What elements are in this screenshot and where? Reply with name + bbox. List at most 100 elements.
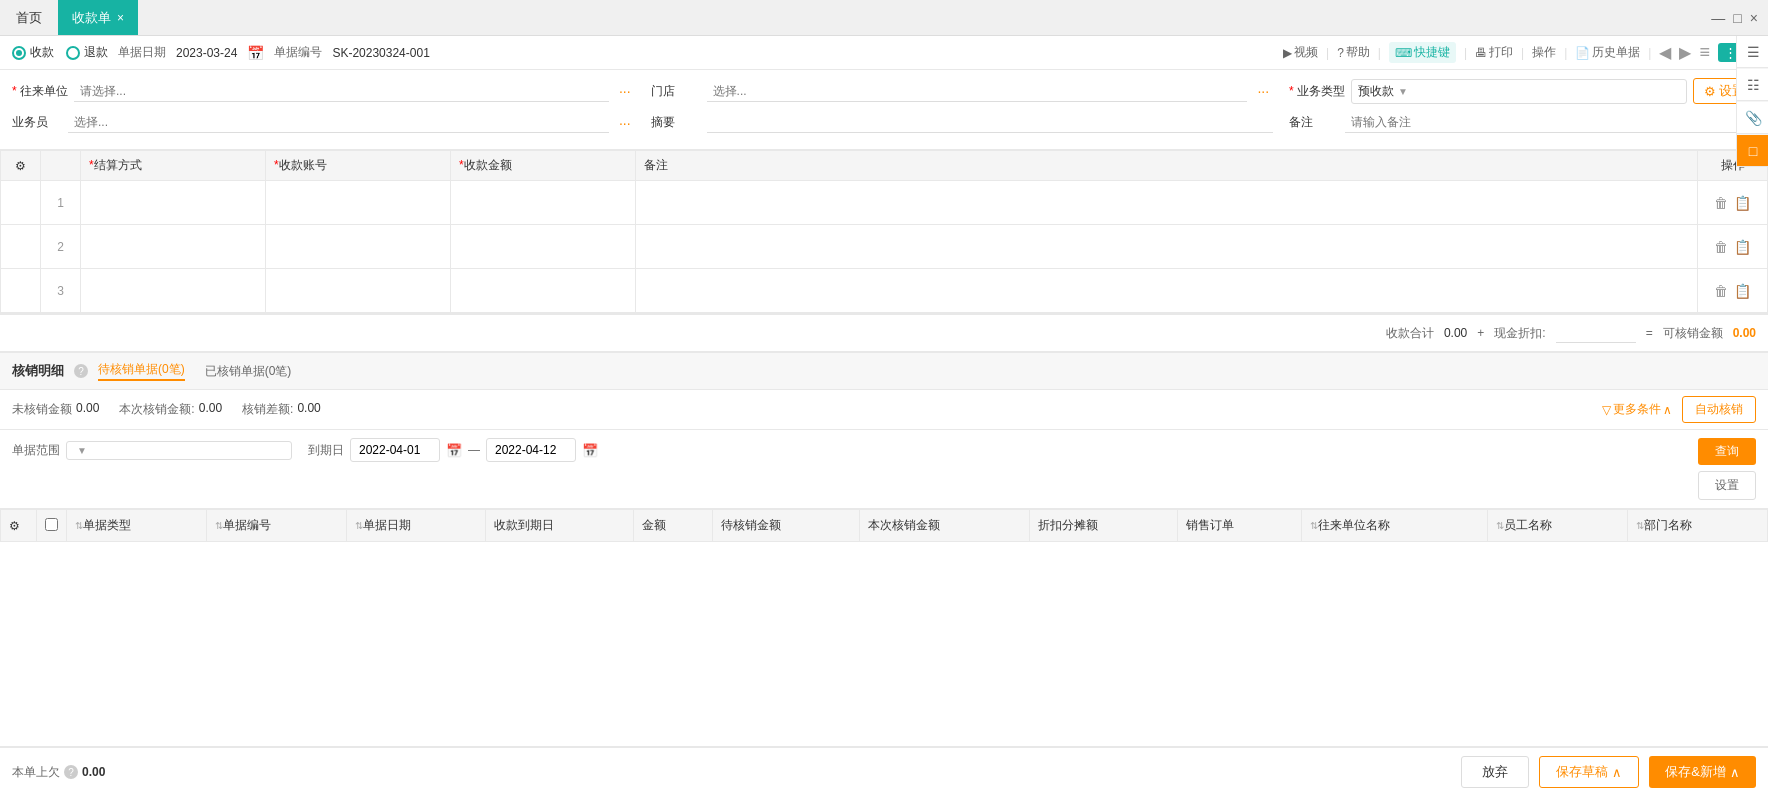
history-label: 历史单据 [1592,44,1640,61]
row3-payment-method-cell[interactable] [81,269,266,313]
due-date-label: 到期日 [308,442,344,459]
counter-party-more-icon[interactable]: ··· [615,83,635,99]
staff-more-icon[interactable]: ··· [615,115,635,131]
print-button[interactable]: 🖶 打印 [1475,44,1513,61]
range-filter-field: 单据范围 ▼ [12,441,292,460]
help-label: 帮助 [1346,44,1370,61]
row2-payment-method-cell[interactable] [81,225,266,269]
store-input[interactable] [707,81,1248,102]
minimize-button[interactable]: — [1711,10,1725,26]
bottom-table-pending-col: 待核销金额 [712,510,859,542]
date-to-input[interactable] [486,438,576,462]
unverified-label: 未核销金额 [12,401,72,418]
row2-delete-icon[interactable]: 🗑 [1714,239,1728,255]
summary-input[interactable] [707,112,1274,133]
bottom-settings-button[interactable]: 设置 [1698,471,1756,500]
form-row-1: * 往来单位 ··· 门店 ··· * 业务类型 预收款 ▼ [12,78,1756,104]
radio-refund[interactable]: 退款 [66,44,108,61]
row1-copy-icon[interactable]: 📋 [1734,195,1751,211]
row1-amount-cell[interactable] [450,181,635,225]
tab-home-label: 首页 [16,9,42,27]
nav-prev-icon[interactable]: ◀ [1659,43,1671,62]
sidebar-attach-icon[interactable]: 📎 [1737,102,1768,134]
form-row-2: 业务员 ··· 摘要 备注 [12,112,1756,133]
tab-home[interactable]: 首页 [0,0,58,35]
row1-delete-icon[interactable]: 🗑 [1714,195,1728,211]
done-tab[interactable]: 已核销单据(0笔) [205,363,292,380]
row3-delete-icon[interactable]: 🗑 [1714,283,1728,299]
info-circle-icon[interactable]: ? [64,765,78,779]
row1-account-cell[interactable] [265,181,450,225]
footer-info: 本单上欠 ? 0.00 [12,764,105,781]
abandon-button[interactable]: 放弃 [1461,756,1529,788]
sidebar-table-icon[interactable]: ☰ [1737,36,1768,68]
row3-copy-icon[interactable]: 📋 [1734,283,1751,299]
date-value[interactable]: 2023-03-24 [176,46,237,60]
sidebar-grid-icon[interactable]: ☷ [1737,69,1768,101]
bottom-table-staff-col: ⇅员工名称 [1488,510,1628,542]
footer-buttons: 放弃 保存草稿 ∧ 保存&新增 ∧ [1461,756,1756,788]
shortcut-button[interactable]: ⌨ 快捷键 [1389,42,1456,63]
row3-seq-cell: 3 [41,269,81,313]
store-more-icon[interactable]: ··· [1253,83,1273,99]
table-settings-col-header[interactable]: ⚙ [1,151,41,181]
draft-label: 保存草稿 [1556,763,1608,781]
window-close-button[interactable]: × [1750,10,1758,26]
table-seq-col-header [41,151,81,181]
range-select[interactable]: ▼ [66,441,292,460]
counter-party-input[interactable] [74,81,609,102]
right-sidebar: ☰ ☷ 📎 □ [1736,36,1768,167]
equals-sign: = [1646,326,1653,340]
date-from-input[interactable] [350,438,440,462]
date-range-field: 到期日 📅 — 📅 [308,438,598,462]
staff-input[interactable] [68,112,609,133]
help-button[interactable]: ? 帮助 [1337,44,1370,61]
sidebar-expand-icon[interactable]: □ [1737,135,1768,167]
remark-input[interactable] [1345,112,1756,133]
calendar-from-icon[interactable]: 📅 [446,443,462,458]
diff-value: 0.00 [297,401,320,418]
query-button[interactable]: 查询 [1698,438,1756,465]
save-new-button[interactable]: 保存&新增 ∧ [1649,756,1756,788]
store-label: 门店 [651,83,701,100]
row2-amount-cell[interactable] [450,225,635,269]
operations-button[interactable]: 操作 [1532,44,1556,61]
date-label: 单据日期 [118,44,166,61]
radio-receipt[interactable]: 收款 [12,44,54,61]
save-new-label: 保存&新增 [1665,763,1726,781]
nav-next-icon[interactable]: ▶ [1679,43,1691,62]
business-type-select[interactable]: 预收款 ▼ [1351,79,1687,104]
row3-account-cell[interactable] [265,269,450,313]
chevron-down-icon: ▼ [1398,86,1408,97]
offset-info-icon[interactable]: ? [74,364,88,378]
list-icon[interactable]: ≡ [1699,42,1710,63]
row1-payment-method-cell[interactable] [81,181,266,225]
row1-remark-cell[interactable] [635,181,1697,225]
maximize-button[interactable]: □ [1733,10,1741,26]
auto-offset-button[interactable]: 自动核销 [1682,396,1756,423]
operations-label: 操作 [1532,44,1556,61]
row2-account-cell[interactable] [265,225,450,269]
bottom-table-checkbox-col[interactable] [37,510,67,542]
tab-close-icon[interactable]: × [117,11,124,25]
row2-copy-icon[interactable]: 📋 [1734,239,1751,255]
video-button[interactable]: ▶ 视频 [1283,44,1318,61]
history-button[interactable]: 📄 历史单据 [1575,44,1640,61]
calendar-to-icon[interactable]: 📅 [582,443,598,458]
row3-amount-cell[interactable] [450,269,635,313]
discount-input[interactable] [1556,323,1636,343]
tab-receipt[interactable]: 收款单 × [58,0,138,35]
chevron-up-icon: ∧ [1663,403,1672,417]
total-value: 0.00 [1444,326,1467,340]
pending-tab[interactable]: 待核销单据(0笔) [98,361,185,381]
draft-button[interactable]: 保存草稿 ∧ [1539,756,1639,788]
more-conditions-btn[interactable]: ▽ 更多条件 ∧ [1602,401,1672,418]
bottom-table-settings-col[interactable]: ⚙ [1,510,37,542]
calendar-icon[interactable]: 📅 [247,45,264,61]
select-all-checkbox[interactable] [45,518,58,531]
row2-remark-cell[interactable] [635,225,1697,269]
bottom-table-amount-col: 金额 [633,510,712,542]
staff-field: 业务员 ··· [12,112,635,133]
row3-remark-cell[interactable] [635,269,1697,313]
bottom-table-sales-order-col: 销售订单 [1177,510,1302,542]
